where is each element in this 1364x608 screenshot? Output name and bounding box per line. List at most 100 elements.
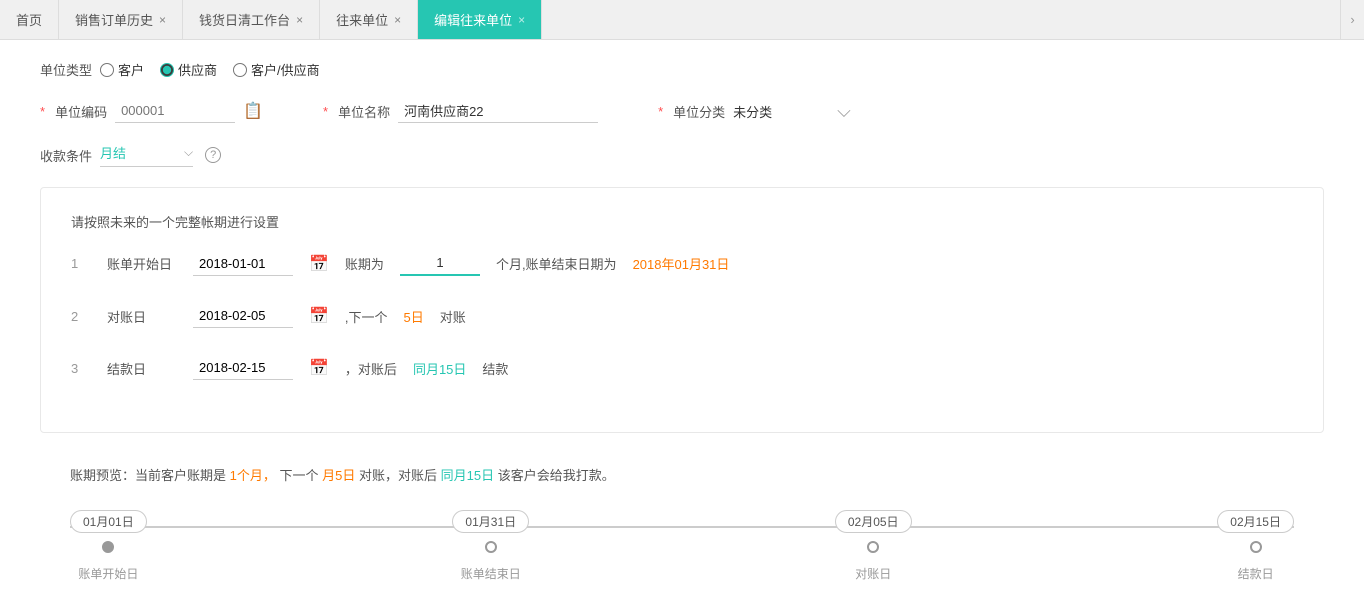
preview-middle2: 对账，对账后: [359, 468, 437, 483]
tl-label-4: 结款日: [1238, 565, 1274, 582]
radio-customer-input[interactable]: [100, 63, 114, 77]
settings-card: 请按照未来的一个完整帐期进行设置 1 账单开始日 📅 账期为 个月,账单结束日期…: [40, 187, 1324, 433]
row-desc-1b: 个月,账单结束日期为: [496, 254, 617, 273]
unit-code-label: 单位编码: [55, 102, 107, 121]
tl-badge-1: 01月01日: [70, 510, 147, 533]
category-arrow-icon[interactable]: ⌵: [837, 101, 851, 122]
radio-supplier-label: 供应商: [178, 60, 217, 79]
unit-name-label: 单位名称: [338, 102, 390, 121]
unit-category-group: * 单位分类 未分类 ⌵: [658, 101, 851, 122]
preview-prefix: 账期预览：当前客户账期是: [70, 468, 226, 483]
start-date-cal-icon[interactable]: 📅: [309, 254, 329, 274]
radio-both[interactable]: 客户/供应商: [233, 60, 320, 79]
row-label-1: 账单开始日: [107, 254, 177, 273]
timeline-point-2: 01月31日 账单结束日: [452, 510, 529, 582]
tab-bar: 首页 销售订单历史 × 钱货日清工作台 × 往来单位 × 编辑往来单位 × ›: [0, 0, 1364, 40]
radio-both-label: 客户/供应商: [251, 60, 320, 79]
tl-label-1: 账单开始日: [78, 565, 138, 582]
timeline-point-3: 02月05日 对账日: [835, 510, 912, 582]
unit-type-label: 单位类型: [40, 60, 92, 79]
payment-dropdown[interactable]: 月结 ⌵: [100, 143, 193, 167]
tab-edit-partner[interactable]: 编辑往来单位 ×: [418, 0, 542, 39]
preview-period: 1个月，: [230, 468, 276, 483]
cat-star: *: [658, 104, 663, 119]
row-desc-2b: 对账: [440, 307, 466, 326]
row-desc-3b: 结款: [482, 359, 508, 378]
timeline-point-4: 02月15日 结款日: [1217, 510, 1294, 582]
radio-both-input[interactable]: [233, 63, 247, 77]
tab-cash-work-label: 钱货日清工作台: [199, 10, 290, 29]
tab-sales-history[interactable]: 销售订单历史 ×: [59, 0, 183, 39]
radio-group: 客户 供应商 客户/供应商: [100, 60, 320, 79]
tab-partner[interactable]: 往来单位 ×: [320, 0, 418, 39]
reconcile-day-highlight: 5日: [404, 307, 424, 326]
row-label-3: 结款日: [107, 359, 177, 378]
payment-date-cal-icon[interactable]: 📅: [309, 358, 329, 378]
row-num-1: 1: [71, 256, 91, 271]
payment-day-highlight: 同月15日: [413, 359, 466, 378]
unit-name-input[interactable]: [398, 99, 598, 123]
card-hint: 请按照未来的一个完整帐期进行设置: [71, 212, 1293, 231]
period-input[interactable]: [400, 251, 480, 276]
row-num-2: 2: [71, 309, 91, 324]
row-desc-3a: ，对账后: [345, 359, 397, 378]
tab-arrow[interactable]: ›: [1340, 0, 1364, 39]
name-star: *: [323, 104, 328, 119]
reconcile-date-input[interactable]: [193, 304, 293, 328]
start-date-input[interactable]: [193, 252, 293, 276]
tab-cash-work-close[interactable]: ×: [296, 13, 303, 27]
timeline-points: 01月01日 账单开始日 01月31日 账单结束日 02月05日 对账日 02月…: [70, 510, 1294, 582]
tab-partner-label: 往来单位: [336, 10, 388, 29]
radio-supplier-input[interactable]: [160, 63, 174, 77]
payment-help-icon[interactable]: ?: [205, 147, 221, 163]
preview-middle: 下一个: [280, 468, 319, 483]
tab-home-label: 首页: [16, 10, 42, 29]
preview-suffix: 该客户会给我打款。: [498, 468, 615, 483]
setting-row-3: 3 结款日 📅 ，对账后 同月15日 结款: [71, 356, 1293, 380]
tl-dot-4: [1250, 541, 1262, 553]
tab-partner-close[interactable]: ×: [394, 13, 401, 27]
tl-dot-2: [485, 541, 497, 553]
tl-dot-1: [102, 541, 114, 553]
tab-edit-partner-close[interactable]: ×: [518, 13, 525, 27]
unit-type-group: 单位类型 客户 供应商 客户/供应商: [40, 60, 320, 79]
row-desc-1: 账期为: [345, 254, 384, 273]
setting-row-2: 2 对账日 📅 ,下一个 5日 对账: [71, 304, 1293, 328]
unit-code-group: * 单位编码 📋: [40, 99, 263, 123]
setting-row-1: 1 账单开始日 📅 账期为 个月,账单结束日期为 2018年01月31日: [71, 251, 1293, 276]
unit-category-label: 单位分类: [673, 102, 725, 121]
payment-row: 收款条件 月结 ⌵ ?: [40, 143, 1324, 167]
code-star: *: [40, 104, 45, 119]
payment-arrow-icon[interactable]: ⌵: [184, 145, 193, 160]
preview-day1: 月5日: [322, 468, 355, 483]
unit-name-group: * 单位名称: [323, 99, 598, 123]
reconcile-date-cal-icon[interactable]: 📅: [309, 306, 329, 326]
tl-badge-2: 01月31日: [452, 510, 529, 533]
tl-badge-3: 02月05日: [835, 510, 912, 533]
code-copy-icon[interactable]: 📋: [243, 101, 263, 121]
row-label-2: 对账日: [107, 307, 177, 326]
tl-label-2: 账单结束日: [461, 565, 521, 582]
radio-supplier[interactable]: 供应商: [160, 60, 217, 79]
payment-label: 收款条件: [40, 146, 92, 165]
tab-edit-partner-label: 编辑往来单位: [434, 10, 512, 29]
tl-dot-3: [867, 541, 879, 553]
tl-badge-4: 02月15日: [1217, 510, 1294, 533]
radio-customer-label: 客户: [118, 60, 144, 79]
tab-sales-history-label: 销售订单历史: [75, 10, 153, 29]
row-desc-2a: ,下一个: [345, 307, 388, 326]
tab-sales-history-close[interactable]: ×: [159, 13, 166, 27]
unit-code-input[interactable]: [115, 99, 235, 123]
unit-type-row: 单位类型 客户 供应商 客户/供应商: [40, 60, 1324, 79]
tab-cash-work[interactable]: 钱货日清工作台 ×: [183, 0, 320, 39]
category-dropdown[interactable]: 未分类 ⌵: [733, 101, 851, 122]
payment-value: 月结: [100, 143, 180, 162]
preview-day2: 同月15日: [441, 468, 494, 483]
category-value: 未分类: [733, 102, 833, 121]
payment-date-input[interactable]: [193, 356, 293, 380]
tab-home[interactable]: 首页: [0, 0, 59, 39]
end-date-highlight: 2018年01月31日: [633, 254, 730, 273]
timeline-point-1: 01月01日 账单开始日: [70, 510, 147, 582]
tl-label-3: 对账日: [855, 565, 891, 582]
radio-customer[interactable]: 客户: [100, 60, 144, 79]
